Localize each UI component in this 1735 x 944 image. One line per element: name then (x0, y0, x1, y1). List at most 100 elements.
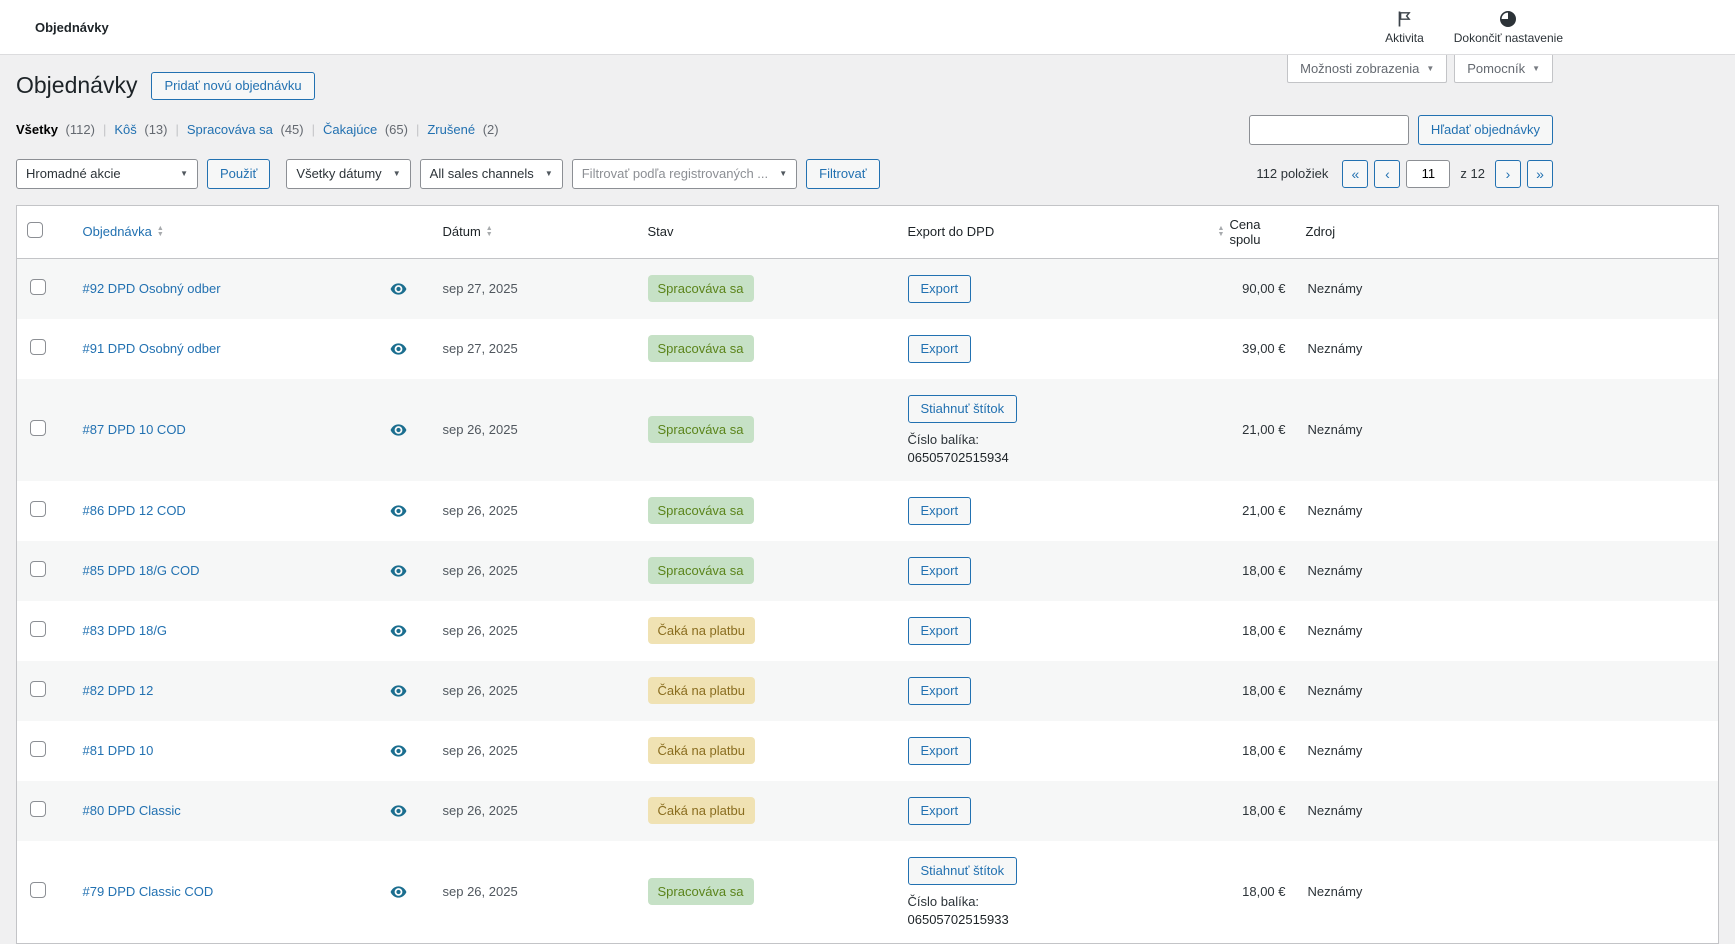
order-link[interactable]: #92 DPD Osobný odber (83, 281, 221, 296)
order-origin: Neznámy (1296, 781, 1719, 841)
preview-eye-icon[interactable] (390, 685, 407, 697)
view-pending-link[interactable]: Čakajúce (65) (323, 122, 408, 137)
status-badge: Spracováva sa (648, 497, 754, 524)
order-origin: Neznámy (1296, 379, 1719, 481)
table-row: #81 DPD 10 sep 26, 2025 Čaká na platbu E… (17, 721, 1719, 781)
column-header-date[interactable]: Dátum ▲▼ (433, 205, 638, 258)
package-label: Číslo balíka: (908, 432, 1198, 447)
table-row: #82 DPD 12 sep 26, 2025 Čaká na platbu E… (17, 661, 1719, 721)
order-link[interactable]: #80 DPD Classic (83, 803, 181, 818)
search-orders-button[interactable]: Hľadať objednávky (1418, 115, 1553, 145)
chevron-down-icon: ▼ (180, 169, 188, 178)
order-link[interactable]: #81 DPD 10 (83, 743, 154, 758)
view-processing-link[interactable]: Spracováva sa (45) (187, 122, 304, 137)
status-badge: Čaká na platbu (648, 677, 755, 704)
help-toggle[interactable]: Pomocník ▼ (1454, 55, 1553, 83)
table-row: #92 DPD Osobný odber sep 27, 2025 Spraco… (17, 258, 1719, 319)
order-date: sep 26, 2025 (443, 623, 518, 638)
view-trash-link[interactable]: Kôš (13) (114, 122, 167, 137)
bulk-actions-select[interactable]: Hromadné akcie ▼ (16, 159, 198, 189)
order-link[interactable]: #86 DPD 12 COD (83, 503, 186, 518)
apply-button[interactable]: Použiť (207, 159, 270, 189)
table-row: #83 DPD 18/G sep 26, 2025 Čaká na platbu… (17, 601, 1719, 661)
next-page-button[interactable]: › (1495, 160, 1521, 188)
download-label-button[interactable]: Stiahnuť štítok (908, 857, 1018, 885)
order-total: 18,00 € (1208, 541, 1296, 601)
order-link[interactable]: #87 DPD 10 COD (83, 422, 186, 437)
preview-eye-icon[interactable] (390, 805, 407, 817)
export-button[interactable]: Export (908, 797, 972, 825)
preview-eye-icon[interactable] (390, 343, 407, 355)
sales-channels-select[interactable]: All sales channels ▼ (420, 159, 563, 189)
views-row: Všetky (112) Kôš (13) Spracováva sa (45)… (16, 115, 1719, 145)
column-header-status: Stav (638, 205, 898, 258)
order-total: 18,00 € (1208, 601, 1296, 661)
order-link[interactable]: #79 DPD Classic COD (83, 884, 214, 899)
add-new-order-button[interactable]: Pridať novú objednávku (151, 72, 314, 100)
preview-eye-icon[interactable] (390, 424, 407, 436)
activity-label: Aktivita (1385, 31, 1424, 45)
row-checkbox[interactable] (30, 501, 46, 517)
filter-controls: Hromadné akcie ▼ Použiť Všetky dátumy ▼ … (16, 159, 880, 189)
order-origin: Neznámy (1296, 841, 1719, 944)
column-header-total[interactable]: ▲▼ Cena spolu (1208, 205, 1296, 258)
order-total: 18,00 € (1208, 781, 1296, 841)
column-header-order[interactable]: Objednávka ▲▼ (73, 205, 433, 258)
export-button[interactable]: Export (908, 617, 972, 645)
search-input[interactable] (1249, 115, 1409, 145)
row-checkbox[interactable] (30, 561, 46, 577)
registered-customer-select[interactable]: Filtrovať podľa registrovaných ... ▼ (572, 159, 797, 189)
page-title: Objednávky (16, 71, 137, 101)
activity-button[interactable]: Aktivita (1385, 10, 1424, 45)
column-header-export: Export do DPD (898, 205, 1208, 258)
status-badge: Čaká na platbu (648, 617, 755, 644)
preview-eye-icon[interactable] (390, 505, 407, 517)
order-total: 21,00 € (1208, 379, 1296, 481)
package-label: Číslo balíka: (908, 894, 1198, 909)
order-link[interactable]: #83 DPD 18/G (83, 623, 168, 638)
order-link[interactable]: #82 DPD 12 (83, 683, 154, 698)
order-date: sep 27, 2025 (443, 341, 518, 356)
row-checkbox[interactable] (30, 279, 46, 295)
preview-eye-icon[interactable] (390, 745, 407, 757)
export-button[interactable]: Export (908, 737, 972, 765)
row-checkbox[interactable] (30, 621, 46, 637)
select-all-checkbox[interactable] (27, 222, 43, 238)
last-page-button[interactable]: » (1527, 160, 1553, 188)
view-all: Všetky (112) (16, 122, 95, 137)
row-checkbox[interactable] (30, 420, 46, 436)
screen-options-toggle[interactable]: Možnosti zobrazenia ▼ (1287, 55, 1447, 83)
preview-eye-icon[interactable] (390, 886, 407, 898)
export-button[interactable]: Export (908, 335, 972, 363)
finish-setup-button[interactable]: Dokončiť nastavenie (1454, 10, 1563, 45)
row-checkbox[interactable] (30, 339, 46, 355)
export-button[interactable]: Export (908, 557, 972, 585)
row-checkbox[interactable] (30, 801, 46, 817)
order-link[interactable]: #85 DPD 18/G COD (83, 563, 200, 578)
row-checkbox[interactable] (30, 741, 46, 757)
view-cancelled: Zrušené (2) (408, 122, 499, 137)
order-origin: Neznámy (1296, 661, 1719, 721)
first-page-button[interactable]: « (1342, 160, 1368, 188)
status-badge: Čaká na platbu (648, 797, 755, 824)
export-button[interactable]: Export (908, 497, 972, 525)
preview-eye-icon[interactable] (390, 565, 407, 577)
prev-page-button[interactable]: ‹ (1374, 160, 1400, 188)
table-row: #79 DPD Classic COD sep 26, 2025 Spracov… (17, 841, 1719, 944)
order-date: sep 26, 2025 (443, 743, 518, 758)
current-page-input[interactable] (1406, 160, 1450, 188)
row-checkbox[interactable] (30, 681, 46, 697)
total-pages-label: z 12 (1460, 166, 1485, 181)
row-checkbox[interactable] (30, 882, 46, 898)
column-header-origin: Zdroj (1296, 205, 1719, 258)
export-button[interactable]: Export (908, 677, 972, 705)
preview-eye-icon[interactable] (390, 625, 407, 637)
view-cancelled-link[interactable]: Zrušené (2) (427, 122, 498, 137)
filter-button[interactable]: Filtrovať (806, 159, 880, 189)
order-link[interactable]: #91 DPD Osobný odber (83, 341, 221, 356)
dates-select[interactable]: Všetky dátumy ▼ (286, 159, 410, 189)
download-label-button[interactable]: Stiahnuť štítok (908, 395, 1018, 423)
preview-eye-icon[interactable] (390, 283, 407, 295)
view-all-link[interactable]: Všetky (112) (16, 122, 95, 137)
export-button[interactable]: Export (908, 275, 972, 303)
